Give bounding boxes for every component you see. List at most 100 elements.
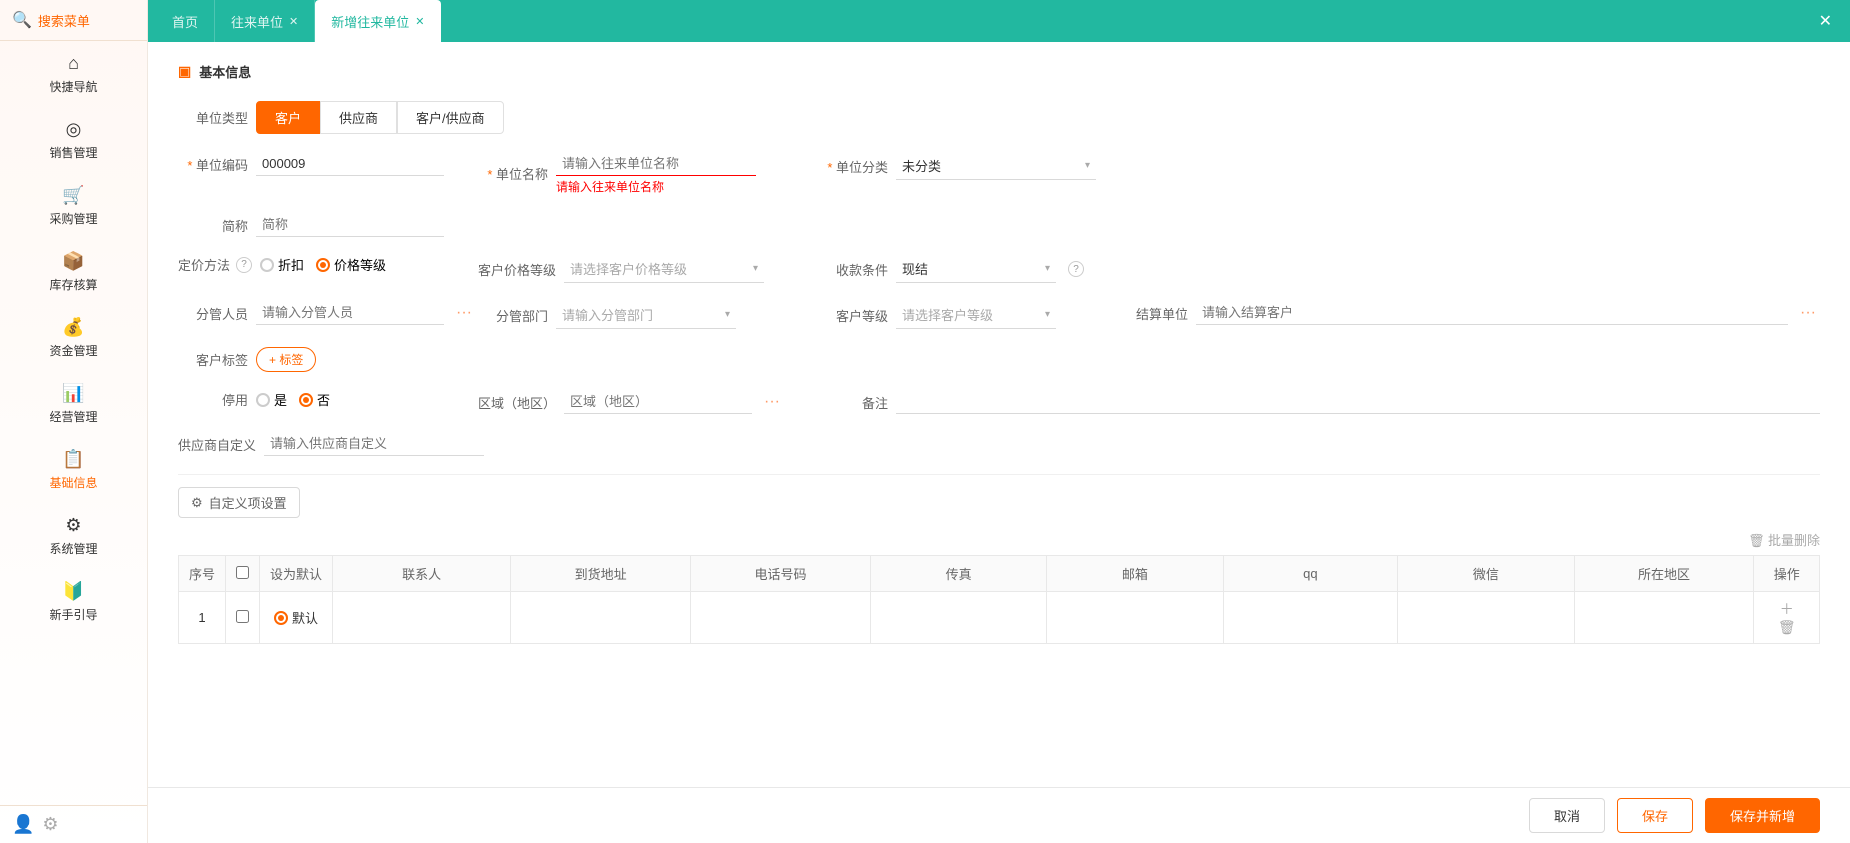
unit-category-select[interactable]: 未分类 ▾ bbox=[896, 152, 1096, 180]
short-name-label: 简称 bbox=[178, 216, 248, 235]
manager-row: 分管人员 ··· 分管部门 请输入分管部门 ▾ 客户等级 请选择客户等级 ▾ 结… bbox=[178, 301, 1820, 329]
region-label: 区域（地区） bbox=[478, 393, 556, 412]
row-region-input[interactable] bbox=[1585, 610, 1744, 625]
unit-category-field: 单位分类 未分类 ▾ bbox=[818, 152, 1118, 180]
customer-price-level-select[interactable]: 请选择客户价格等级 ▾ bbox=[564, 255, 764, 283]
col-contact: 联系人 bbox=[333, 556, 511, 592]
sidebar-item-label: 快捷导航 bbox=[49, 78, 97, 95]
section-divider bbox=[178, 474, 1820, 475]
qq-input[interactable] bbox=[1234, 610, 1388, 625]
select-all-checkbox[interactable] bbox=[236, 566, 249, 579]
global-close-button[interactable]: ✕ bbox=[1809, 11, 1842, 31]
cancel-button[interactable]: 取消 bbox=[1529, 798, 1605, 833]
sidebar-item-basic[interactable]: 📋 基础信息 bbox=[0, 437, 147, 503]
tab-home[interactable]: 首页 bbox=[156, 0, 215, 42]
note-label: 备注 bbox=[818, 393, 888, 412]
tab-partner-list[interactable]: 往来单位 ✕ bbox=[215, 0, 315, 42]
phone-input[interactable] bbox=[701, 610, 860, 625]
row-fax[interactable] bbox=[870, 592, 1046, 644]
row-wechat[interactable] bbox=[1398, 592, 1574, 644]
sidebar-item-finance[interactable]: 💰 资金管理 bbox=[0, 305, 147, 371]
row-checkbox-input[interactable] bbox=[236, 610, 249, 623]
sidebar-item-inventory[interactable]: 📦 库存核算 bbox=[0, 239, 147, 305]
row-qq[interactable] bbox=[1223, 592, 1398, 644]
disabled-radio-group: 是 否 bbox=[256, 390, 330, 409]
manager-input[interactable] bbox=[256, 301, 444, 325]
address-input[interactable] bbox=[521, 610, 680, 625]
settings-icon[interactable]: ⚙ bbox=[42, 814, 58, 835]
row-default-radio[interactable] bbox=[274, 611, 288, 625]
btn-customer[interactable]: 客户 bbox=[256, 101, 320, 134]
unit-code-label: 单位编码 bbox=[178, 155, 248, 174]
tab-partner-list-label: 往来单位 bbox=[231, 12, 283, 31]
sidebar-search[interactable]: 🔍 搜索菜单 bbox=[0, 0, 147, 41]
payment-help-icon[interactable]: ? bbox=[1068, 261, 1084, 277]
btn-supplier[interactable]: 供应商 bbox=[320, 101, 397, 134]
add-row-icon[interactable]: ＋ bbox=[1777, 601, 1797, 617]
department-label: 分管部门 bbox=[478, 306, 548, 325]
add-tag-button[interactable]: + 标签 bbox=[256, 347, 316, 372]
supplier-custom-field: 供应商自定义 bbox=[178, 432, 548, 456]
sidebar-item-quick-nav[interactable]: ⌂ 快捷导航 bbox=[0, 41, 147, 107]
short-name-input[interactable] bbox=[256, 213, 444, 237]
radio-no[interactable]: 否 bbox=[299, 390, 330, 409]
manager-more-icon[interactable]: ··· bbox=[452, 304, 476, 322]
fax-input[interactable] bbox=[881, 610, 1036, 625]
payment-terms-select[interactable]: 现结 ▾ bbox=[896, 255, 1056, 283]
pricing-help-icon[interactable]: ? bbox=[236, 257, 252, 273]
contact-input[interactable] bbox=[343, 610, 500, 625]
col-qq: qq bbox=[1223, 556, 1398, 592]
close-partner-list-icon[interactable]: ✕ bbox=[289, 15, 298, 28]
sidebar-item-purchase[interactable]: 🛒 采购管理 bbox=[0, 173, 147, 239]
sidebar-item-label: 系统管理 bbox=[49, 540, 97, 557]
email-input[interactable] bbox=[1057, 610, 1212, 625]
user-icon[interactable]: 👤 bbox=[12, 814, 34, 835]
sidebar-item-system[interactable]: ⚙ 系统管理 bbox=[0, 503, 147, 569]
dropdown-arrow-icon: ▾ bbox=[1085, 160, 1090, 171]
row-address[interactable] bbox=[511, 592, 691, 644]
radio-discount[interactable]: 折扣 bbox=[260, 255, 304, 274]
radio-yes[interactable]: 是 bbox=[256, 390, 287, 409]
row-contact[interactable] bbox=[333, 592, 511, 644]
row-default[interactable]: 默认 bbox=[260, 592, 333, 644]
sidebar-item-guide[interactable]: 🔰 新手引导 bbox=[0, 569, 147, 635]
supplier-custom-input[interactable] bbox=[264, 432, 484, 456]
customer-level-select[interactable]: 请选择客户等级 ▾ bbox=[896, 301, 1056, 329]
sidebar-item-sales[interactable]: ◎ 销售管理 bbox=[0, 107, 147, 173]
sidebar-item-operations[interactable]: 📊 经营管理 bbox=[0, 371, 147, 437]
department-select[interactable]: 请输入分管部门 ▾ bbox=[556, 301, 736, 329]
btn-both[interactable]: 客户/供应商 bbox=[397, 101, 504, 134]
settlement-unit-input[interactable] bbox=[1196, 301, 1788, 325]
batch-delete-area: 🗑 批量删除 bbox=[178, 530, 1820, 549]
radio-price-level[interactable]: 价格等级 bbox=[316, 255, 386, 274]
sidebar-item-label: 新手引导 bbox=[49, 606, 97, 623]
region-input[interactable] bbox=[564, 390, 752, 414]
region-more-icon[interactable]: ··· bbox=[760, 393, 784, 411]
tab-add-partner[interactable]: 新增往来单位 ✕ bbox=[315, 0, 441, 42]
unit-code-input[interactable] bbox=[256, 152, 444, 176]
row-email[interactable] bbox=[1047, 592, 1223, 644]
settlement-more-icon[interactable]: ··· bbox=[1796, 304, 1820, 322]
radio-yes-circle bbox=[256, 393, 270, 407]
delete-row-icon[interactable]: 🗑 bbox=[1775, 619, 1799, 635]
footer: 取消 保存 保存并新增 bbox=[148, 787, 1850, 843]
note-input[interactable] bbox=[896, 390, 1820, 414]
short-name-row: 简称 bbox=[178, 213, 1820, 237]
unit-type-label: 单位类型 bbox=[178, 108, 248, 127]
manager-field: 分管人员 ··· bbox=[178, 301, 478, 325]
save-button[interactable]: 保存 bbox=[1617, 798, 1693, 833]
row-region[interactable] bbox=[1574, 592, 1754, 644]
close-add-partner-icon[interactable]: ✕ bbox=[415, 15, 424, 28]
radio-price-level-circle bbox=[316, 258, 330, 272]
row-checkbox[interactable] bbox=[226, 592, 260, 644]
row-phone[interactable] bbox=[691, 592, 871, 644]
unit-category-value: 未分类 bbox=[902, 156, 1081, 175]
col-fax: 传真 bbox=[870, 556, 1046, 592]
batch-delete-label[interactable]: 批量删除 bbox=[1768, 533, 1820, 548]
wechat-input[interactable] bbox=[1408, 610, 1563, 625]
contacts-table: 序号 设为默认 联系人 到货地址 电话号码 传真 邮箱 qq 微信 所在地区 操… bbox=[178, 555, 1820, 644]
unit-name-input[interactable] bbox=[556, 152, 756, 176]
custom-settings-button[interactable]: ⚙ 自定义项设置 bbox=[178, 487, 300, 518]
save-and-new-button[interactable]: 保存并新增 bbox=[1705, 798, 1820, 833]
unit-info-row: 单位编码 单位名称 请输入往来单位名称 单位分类 未分类 ▾ bbox=[178, 152, 1820, 195]
